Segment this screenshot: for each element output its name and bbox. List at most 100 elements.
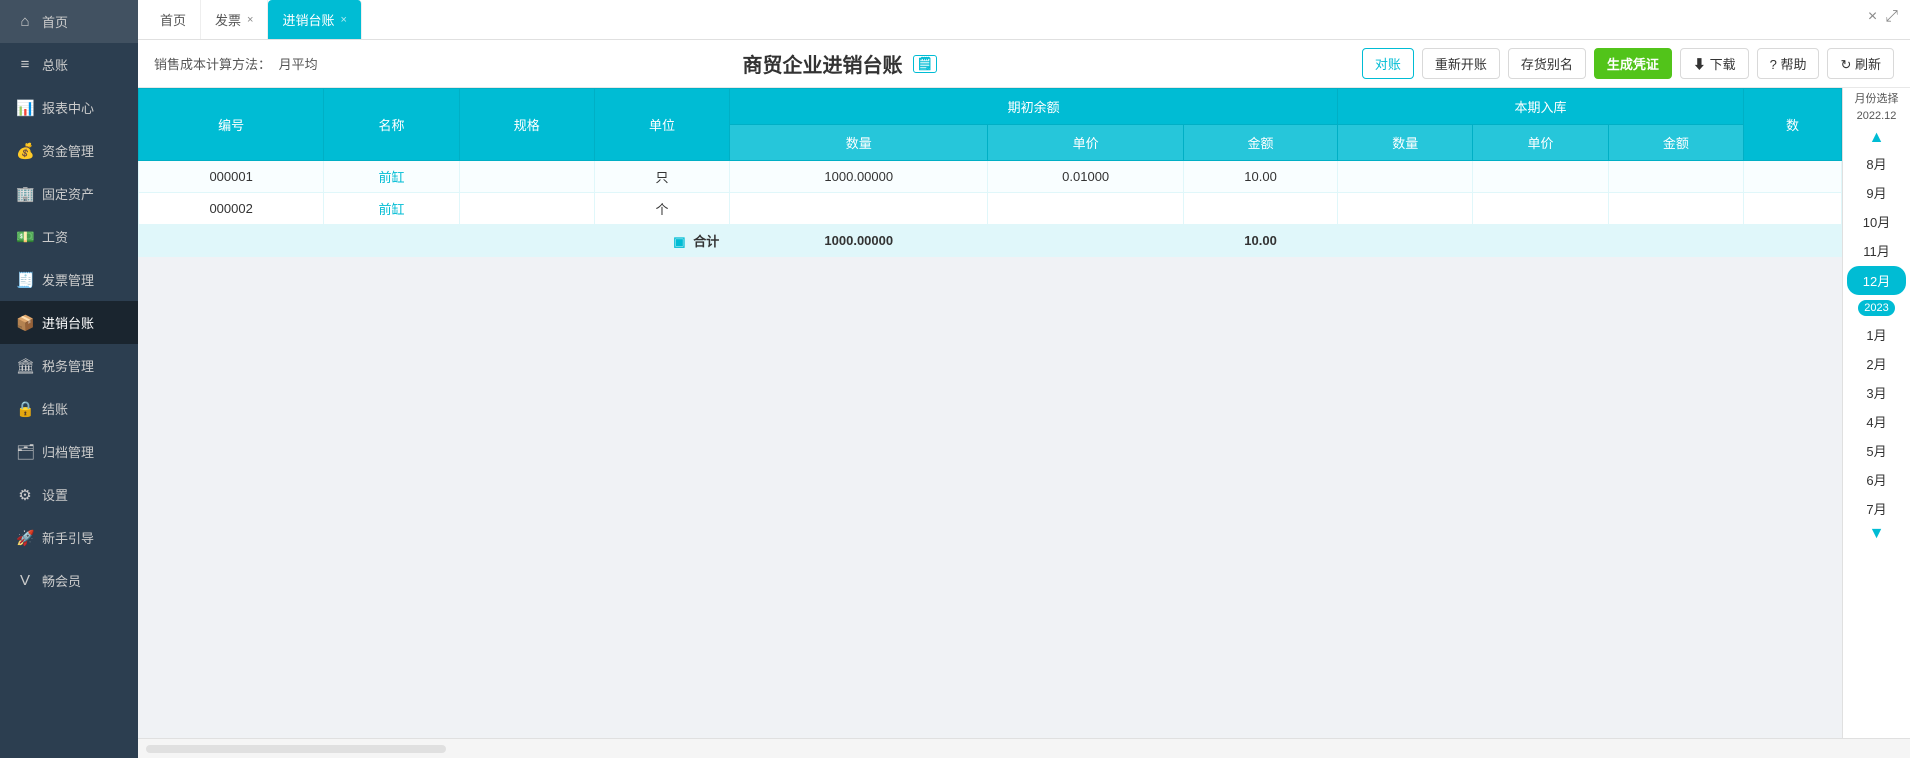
month-up-arrow[interactable]: ▲	[1869, 127, 1885, 149]
month-10[interactable]: 10月	[1843, 207, 1910, 236]
month-1[interactable]: 1月	[1843, 320, 1910, 349]
refresh-button[interactable]: ↻ 刷新	[1827, 48, 1894, 79]
row2-in-amount	[1608, 193, 1743, 225]
month-12[interactable]: 12月	[1847, 266, 1906, 295]
total-label: ▣ 合计	[139, 225, 730, 257]
sidebar-item-ledger[interactable]: ≡ 总账	[0, 43, 138, 86]
month-2[interactable]: 2月	[1843, 349, 1910, 378]
horizontal-scrollbar[interactable]	[146, 745, 446, 753]
col-group-in: 本期入库	[1338, 89, 1744, 125]
total-init-qty: 1000.00000	[730, 225, 988, 257]
table-row: 000001 前缸 只 1000.00000 0.01000 10.00	[139, 161, 1842, 193]
page-title: 商贸企业进销台账 🗒	[743, 49, 938, 78]
home-icon: ⌂	[16, 13, 34, 30]
month-4[interactable]: 4月	[1843, 407, 1910, 436]
row2-spec	[459, 193, 594, 225]
tab-inventory[interactable]: 进销台账 ×	[268, 0, 361, 39]
col-init-price: 单价	[988, 125, 1184, 161]
tab-bar: 首页 发票 × 进销台账 ×	[138, 0, 1910, 40]
assets-icon: 🏢	[16, 185, 34, 203]
sidebar-item-reports[interactable]: 📊 报表中心	[0, 86, 138, 129]
row2-extra	[1743, 193, 1841, 225]
month-panel-title: 月份选择	[1855, 92, 1899, 107]
sidebar: ⌂ 首页 ≡ 总账 📊 报表中心 💰 资金管理 🏢 固定资产 💵 工资 🧾 发票…	[0, 0, 138, 758]
month-6[interactable]: 6月	[1843, 465, 1910, 494]
sidebar-item-guide[interactable]: 🚀 新手引导	[0, 516, 138, 559]
sidebar-item-inventory[interactable]: 📦 进销台账	[0, 301, 138, 344]
sidebar-item-assets[interactable]: 🏢 固定资产	[0, 172, 138, 215]
table-area: 编号 名称 规格 单位 期初余额 本期入库 数 数量 单价 金额 数量 单价	[138, 88, 1842, 738]
month-8[interactable]: 8月	[1843, 149, 1910, 178]
row1-in-amount	[1608, 161, 1743, 193]
month-9[interactable]: 9月	[1843, 178, 1910, 207]
sidebar-item-archive[interactable]: 🗂 归档管理	[0, 430, 138, 473]
year-2023-badge: 2023	[1858, 300, 1894, 316]
sidebar-item-close[interactable]: 🔒 结账	[0, 387, 138, 430]
generate-voucher-button[interactable]: 生成凭证	[1594, 48, 1672, 79]
download-button[interactable]: ⬇ 下载	[1680, 48, 1749, 79]
month-down-arrow[interactable]: ▼	[1869, 523, 1885, 545]
col-header-id: 编号	[139, 89, 324, 161]
col-header-extra: 数	[1743, 89, 1841, 161]
month-11[interactable]: 11月	[1843, 236, 1910, 265]
funds-icon: 💰	[16, 142, 34, 160]
month-7[interactable]: 7月	[1843, 494, 1910, 523]
save-alias-button[interactable]: 存货别名	[1508, 48, 1586, 79]
help-icon: ?	[1770, 57, 1777, 72]
maximize-window-button[interactable]: ⤢	[1885, 8, 1898, 26]
doc-icon: 🗒	[913, 55, 938, 73]
sidebar-item-funds[interactable]: 💰 资金管理	[0, 129, 138, 172]
row1-name[interactable]: 前缸	[324, 161, 459, 193]
main-content: × ⤢ 首页 发票 × 进销台账 × 销售成本计算方法： 月平均 商贸企业进销台…	[138, 0, 1910, 758]
invoice-mgmt-icon: 🧾	[16, 271, 34, 289]
col-header-name: 名称	[324, 89, 459, 161]
sidebar-item-home[interactable]: ⌂ 首页	[0, 0, 138, 43]
close-window-button[interactable]: ×	[1868, 8, 1877, 26]
col-header-unit: 单位	[594, 89, 729, 161]
close-account-icon: 🔒	[16, 400, 34, 418]
total-row: ▣ 合计 1000.00000 10.00	[139, 225, 1842, 257]
row1-init-qty: 1000.00000	[730, 161, 988, 193]
sidebar-item-vip[interactable]: V 畅会员	[0, 559, 138, 602]
window-controls: × ⤢	[1856, 0, 1910, 34]
row1-in-price	[1473, 161, 1608, 193]
tab-home[interactable]: 首页	[146, 0, 201, 39]
total-extra	[1743, 225, 1841, 257]
col-group-init: 期初余额	[730, 89, 1338, 125]
scrollbar-area	[138, 738, 1910, 758]
row1-unit: 只	[594, 161, 729, 193]
col-in-amount: 金额	[1608, 125, 1743, 161]
row2-init-amount	[1184, 193, 1338, 225]
row2-in-price	[1473, 193, 1608, 225]
tax-icon: 🏛	[16, 357, 34, 375]
toolbar-row: 销售成本计算方法： 月平均 商贸企业进销台账 🗒 对账 重新开账 存货别名 生成…	[138, 40, 1910, 88]
total-in-price	[1473, 225, 1608, 257]
col-init-qty: 数量	[730, 125, 988, 161]
sidebar-item-settings[interactable]: ⚙ 设置	[0, 473, 138, 516]
row1-extra	[1743, 161, 1841, 193]
reopen-button[interactable]: 重新开账	[1422, 48, 1500, 79]
total-in-qty	[1338, 225, 1473, 257]
sidebar-item-tax[interactable]: 🏛 税务管理	[0, 344, 138, 387]
tab-inventory-close[interactable]: ×	[340, 14, 346, 26]
col-init-amount: 金额	[1184, 125, 1338, 161]
help-button[interactable]: ? 帮助	[1757, 48, 1820, 79]
inventory-icon: 📦	[16, 314, 34, 332]
row2-unit: 个	[594, 193, 729, 225]
total-in-amount	[1608, 225, 1743, 257]
match-button[interactable]: 对账	[1362, 48, 1414, 79]
row2-init-price	[988, 193, 1184, 225]
refresh-icon: ↻	[1840, 57, 1851, 72]
tab-invoice-close[interactable]: ×	[247, 14, 253, 26]
month-3[interactable]: 3月	[1843, 378, 1910, 407]
month-5[interactable]: 5月	[1843, 436, 1910, 465]
sidebar-item-invoice-mgmt[interactable]: 🧾 发票管理	[0, 258, 138, 301]
row1-id: 000001	[139, 161, 324, 193]
gear-icon: ⚙	[16, 486, 34, 504]
action-buttons: 对账 重新开账 存货别名 生成凭证 ⬇ 下载 ? 帮助 ↻ 刷新	[1362, 48, 1894, 79]
row2-name[interactable]: 前缸	[324, 193, 459, 225]
tab-invoice[interactable]: 发票 ×	[201, 0, 268, 39]
sidebar-item-payroll[interactable]: 💵 工资	[0, 215, 138, 258]
payroll-icon: 💵	[16, 228, 34, 246]
col-in-qty: 数量	[1338, 125, 1473, 161]
